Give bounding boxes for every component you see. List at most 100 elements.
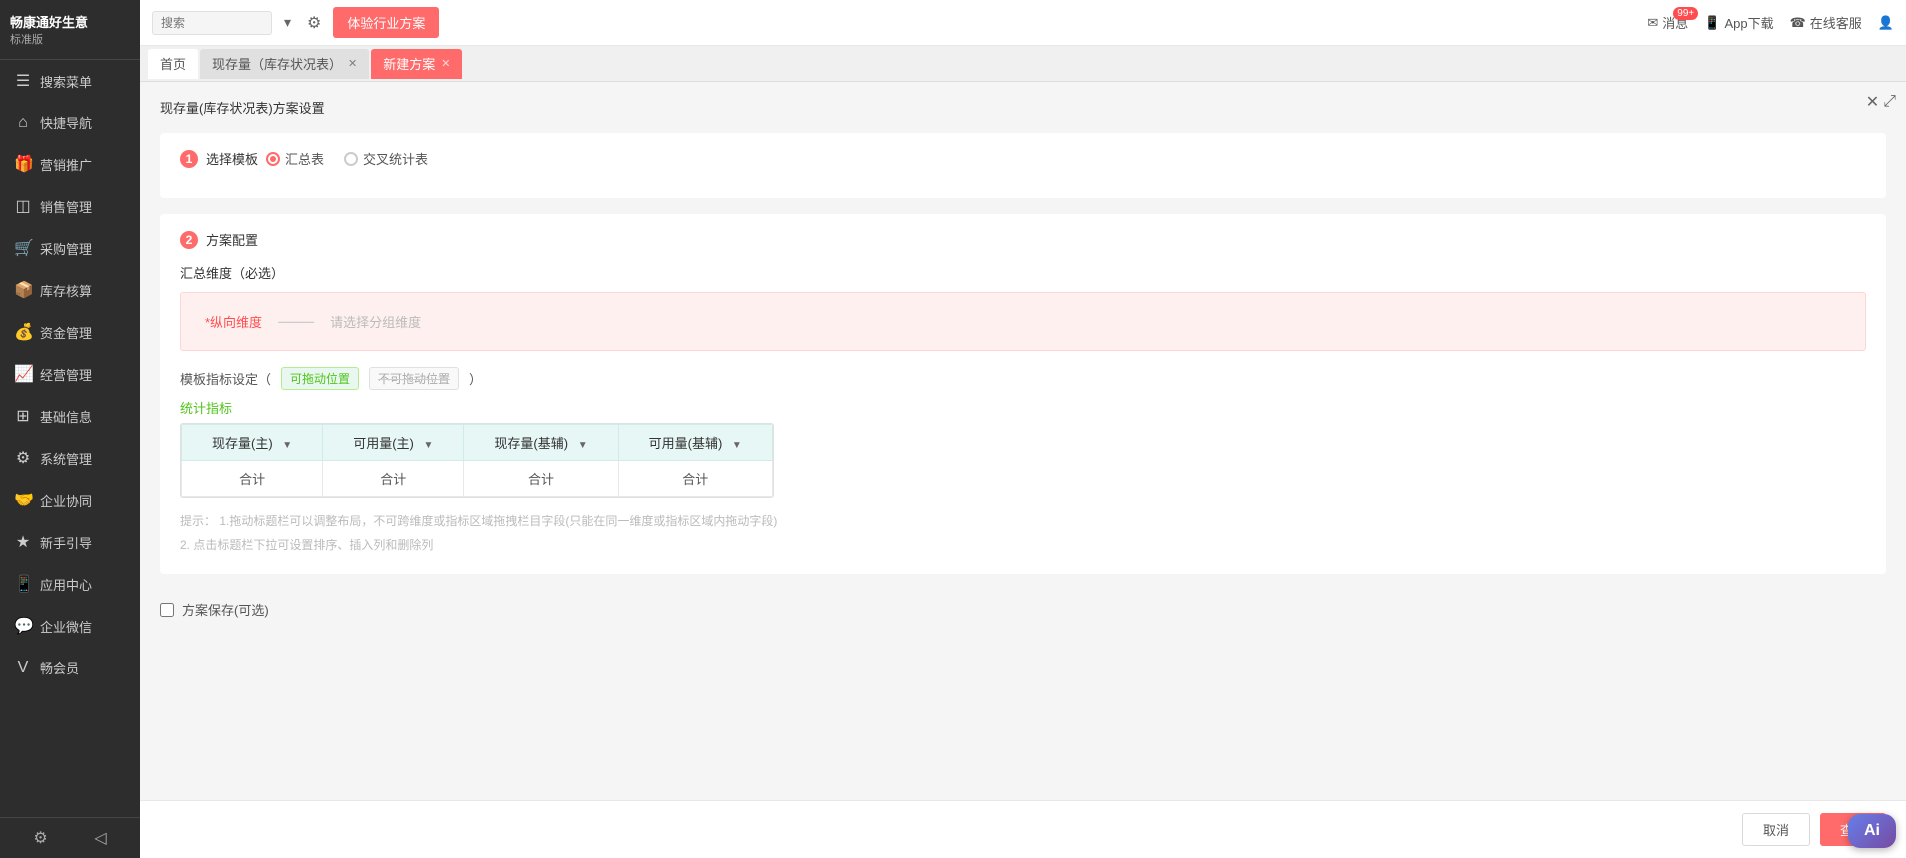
- save-label: 方案保存(可选): [182, 600, 269, 619]
- radio-cross[interactable]: 交叉统计表: [344, 149, 428, 168]
- app-download-button[interactable]: 📱 App下载: [1704, 13, 1773, 32]
- dim-dash: ——: [278, 311, 314, 332]
- sidebar-item-label: 搜索菜单: [40, 72, 92, 91]
- finance-icon: 💰: [14, 322, 32, 342]
- app-name: 畅康通好生意: [10, 12, 130, 31]
- sidebar-item-label: 企业协同: [40, 491, 92, 510]
- sidebar-item-finance[interactable]: 💰 资金管理: [0, 311, 140, 353]
- table-data-row: 合计 合计 合计 合计: [182, 461, 773, 497]
- table-header-row: 现存量(主) ▼ 可用量(主) ▼ 现存量(基辅) ▼: [182, 425, 773, 461]
- sidebar-footer: ⚙ ◁: [0, 817, 140, 858]
- sidebar-item-label: 营销推广: [40, 155, 92, 174]
- tip-1: 提示： 1.拖动标题栏可以调整布局，不可跨维度或指标区域拖拽栏目字段(只能在同一…: [180, 511, 1866, 533]
- tab-home[interactable]: 首页: [148, 49, 198, 79]
- drag-badge: 可拖动位置: [281, 367, 359, 390]
- sidebar-item-new-guide[interactable]: ★ 新手引导: [0, 521, 140, 563]
- cell-available-main-sub: 合计: [323, 461, 464, 497]
- content-area: ✕ ⤢ 现存量(库存状况表)方案设置 1 选择模板 汇总表 交叉统计表: [140, 82, 1906, 800]
- new-guide-icon: ★: [14, 532, 32, 552]
- app-center-icon: 📱: [14, 574, 32, 594]
- sidebar-item-inventory[interactable]: 📦 库存核算: [0, 269, 140, 311]
- template-radio-group: 汇总表 交叉统计表: [266, 149, 428, 168]
- col-main-stock[interactable]: 现存量(主) ▼: [182, 425, 323, 461]
- online-service-button[interactable]: ☎ 在线客服: [1790, 13, 1862, 32]
- section1-number: 1: [180, 150, 198, 168]
- tabbar: 首页 现存量（库存状况表） ✕ 新建方案 ✕: [140, 46, 1906, 82]
- settings-footer-icon[interactable]: ⚙: [33, 828, 47, 848]
- col-available-aux[interactable]: 可用量(基辅) ▼: [618, 425, 772, 461]
- tab-new-plan[interactable]: 新建方案 ✕: [371, 49, 462, 79]
- radio-summary[interactable]: 汇总表: [266, 149, 324, 168]
- sidebar-item-label: 系统管理: [40, 449, 92, 468]
- inventory-icon: 📦: [14, 280, 32, 300]
- col-aux-stock[interactable]: 现存量(基辅) ▼: [464, 425, 618, 461]
- indicator-prefix-label: 模板指标设定（: [180, 369, 271, 388]
- sidebar-item-member[interactable]: V 畅会员: [0, 647, 140, 688]
- app-download-label: App下载: [1724, 13, 1773, 32]
- section2-header: 2 方案配置: [180, 230, 1866, 249]
- system-icon: ⚙: [14, 448, 32, 468]
- operation-icon: 📈: [14, 364, 32, 384]
- sidebar-item-app-center[interactable]: 📱 应用中心: [0, 563, 140, 605]
- sidebar-item-purchase[interactable]: 🛒 采购管理: [0, 227, 140, 269]
- tab-new-plan-label: 新建方案: [383, 54, 435, 73]
- dim-label-text: 汇总维度（必选）: [180, 266, 284, 281]
- stat-label: 统计指标: [180, 398, 1866, 417]
- section1-header: 1 选择模板 汇总表 交叉统计表: [180, 149, 1866, 168]
- sidebar-item-basic-info[interactable]: ⊞ 基础信息: [0, 395, 140, 437]
- panel-close-button[interactable]: ✕: [1866, 92, 1879, 112]
- cell-aux-stock-sub: 合计: [464, 461, 618, 497]
- sidebar-item-sales[interactable]: ◫ 销售管理: [0, 185, 140, 227]
- app-edition: 标准版: [10, 31, 130, 47]
- sidebar-item-operation[interactable]: 📈 经营管理: [0, 353, 140, 395]
- sidebar-item-system[interactable]: ⚙ 系统管理: [0, 437, 140, 479]
- indicator-label-row: 模板指标设定（ 可拖动位置 不可拖动位置 ）: [180, 367, 1866, 390]
- message-button[interactable]: ✉ 消息 99+: [1647, 13, 1688, 32]
- dropdown-button[interactable]: ▾: [280, 12, 295, 33]
- main-area: ▾ ⚙ 体验行业方案 ✉ 消息 99+ 📱 App下载 ☎ 在线客服 👤: [140, 0, 1906, 858]
- basic-info-icon: ⊞: [14, 406, 32, 426]
- sidebar-item-label: 快捷导航: [40, 113, 92, 132]
- col-main-stock-chevron: ▼: [282, 440, 292, 451]
- settings-gear-icon[interactable]: ⚙: [303, 11, 325, 35]
- section2-number: 2: [180, 231, 198, 249]
- trial-industry-button[interactable]: 体验行业方案: [333, 7, 439, 38]
- tab-inventory-status[interactable]: 现存量（库存状况表） ✕: [200, 49, 369, 79]
- sidebar-logo: 畅康通好生意 标准版: [0, 0, 140, 60]
- action-bar: 取消 查询: [140, 800, 1906, 858]
- no-drag-badge: 不可拖动位置: [369, 367, 459, 390]
- col-aux-stock-label: 现存量(基辅): [494, 436, 568, 451]
- search-input[interactable]: [152, 11, 272, 35]
- sound-footer-icon[interactable]: ◁: [94, 828, 106, 848]
- sidebar-item-enterprise-wx[interactable]: 💬 企业微信: [0, 605, 140, 647]
- tip-2: 2. 点击标题栏下拉可设置排序、插入列和删除列: [180, 535, 1866, 557]
- user-menu[interactable]: 👤: [1878, 15, 1894, 31]
- sidebar-item-quick-nav[interactable]: ⌂ 快捷导航: [0, 102, 140, 143]
- sidebar-item-marketing[interactable]: 🎁 营销推广: [0, 143, 140, 185]
- sidebar-item-enterprise[interactable]: 🤝 企业协同: [0, 479, 140, 521]
- ai-bubble[interactable]: Ai: [1848, 814, 1896, 848]
- sidebar-item-label: 新手引导: [40, 533, 92, 552]
- sidebar-item-label: 企业微信: [40, 617, 92, 636]
- stat-table: 现存量(主) ▼ 可用量(主) ▼ 现存量(基辅) ▼: [181, 424, 773, 497]
- sidebar-item-search-menu[interactable]: ☰ 搜索菜单: [0, 60, 140, 102]
- tips-section: 提示： 1.拖动标题栏可以调整布局，不可跨维度或指标区域拖拽栏目字段(只能在同一…: [180, 511, 1866, 556]
- sidebar-nav: ☰ 搜索菜单 ⌂ 快捷导航 🎁 营销推广 ◫ 销售管理 🛒 采购管理 📦 库存核…: [0, 60, 140, 817]
- cancel-button[interactable]: 取消: [1742, 813, 1810, 846]
- col-available-main-label: 可用量(主): [353, 436, 414, 451]
- tab-inventory-close-icon[interactable]: ✕: [348, 57, 357, 70]
- tab-inventory-label: 现存量（库存状况表）: [212, 54, 342, 73]
- panel-controls: ✕ ⤢: [1866, 92, 1896, 112]
- panel-expand-button[interactable]: ⤢: [1883, 92, 1896, 112]
- save-row: 方案保存(可选): [160, 590, 1886, 629]
- dim-label: 汇总维度（必选）: [180, 263, 1866, 282]
- purchase-icon: 🛒: [14, 238, 32, 258]
- sidebar-item-label: 库存核算: [40, 281, 92, 300]
- tab-new-plan-close-icon[interactable]: ✕: [441, 57, 450, 70]
- sidebar-item-label: 应用中心: [40, 575, 92, 594]
- cell-main-stock-sub: 合计: [182, 461, 323, 497]
- save-checkbox[interactable]: [160, 603, 174, 617]
- topbar-right: ✉ 消息 99+ 📱 App下载 ☎ 在线客服 👤: [1647, 13, 1894, 32]
- dim-placeholder: 请选择分组维度: [330, 312, 421, 331]
- col-available-main[interactable]: 可用量(主) ▼: [323, 425, 464, 461]
